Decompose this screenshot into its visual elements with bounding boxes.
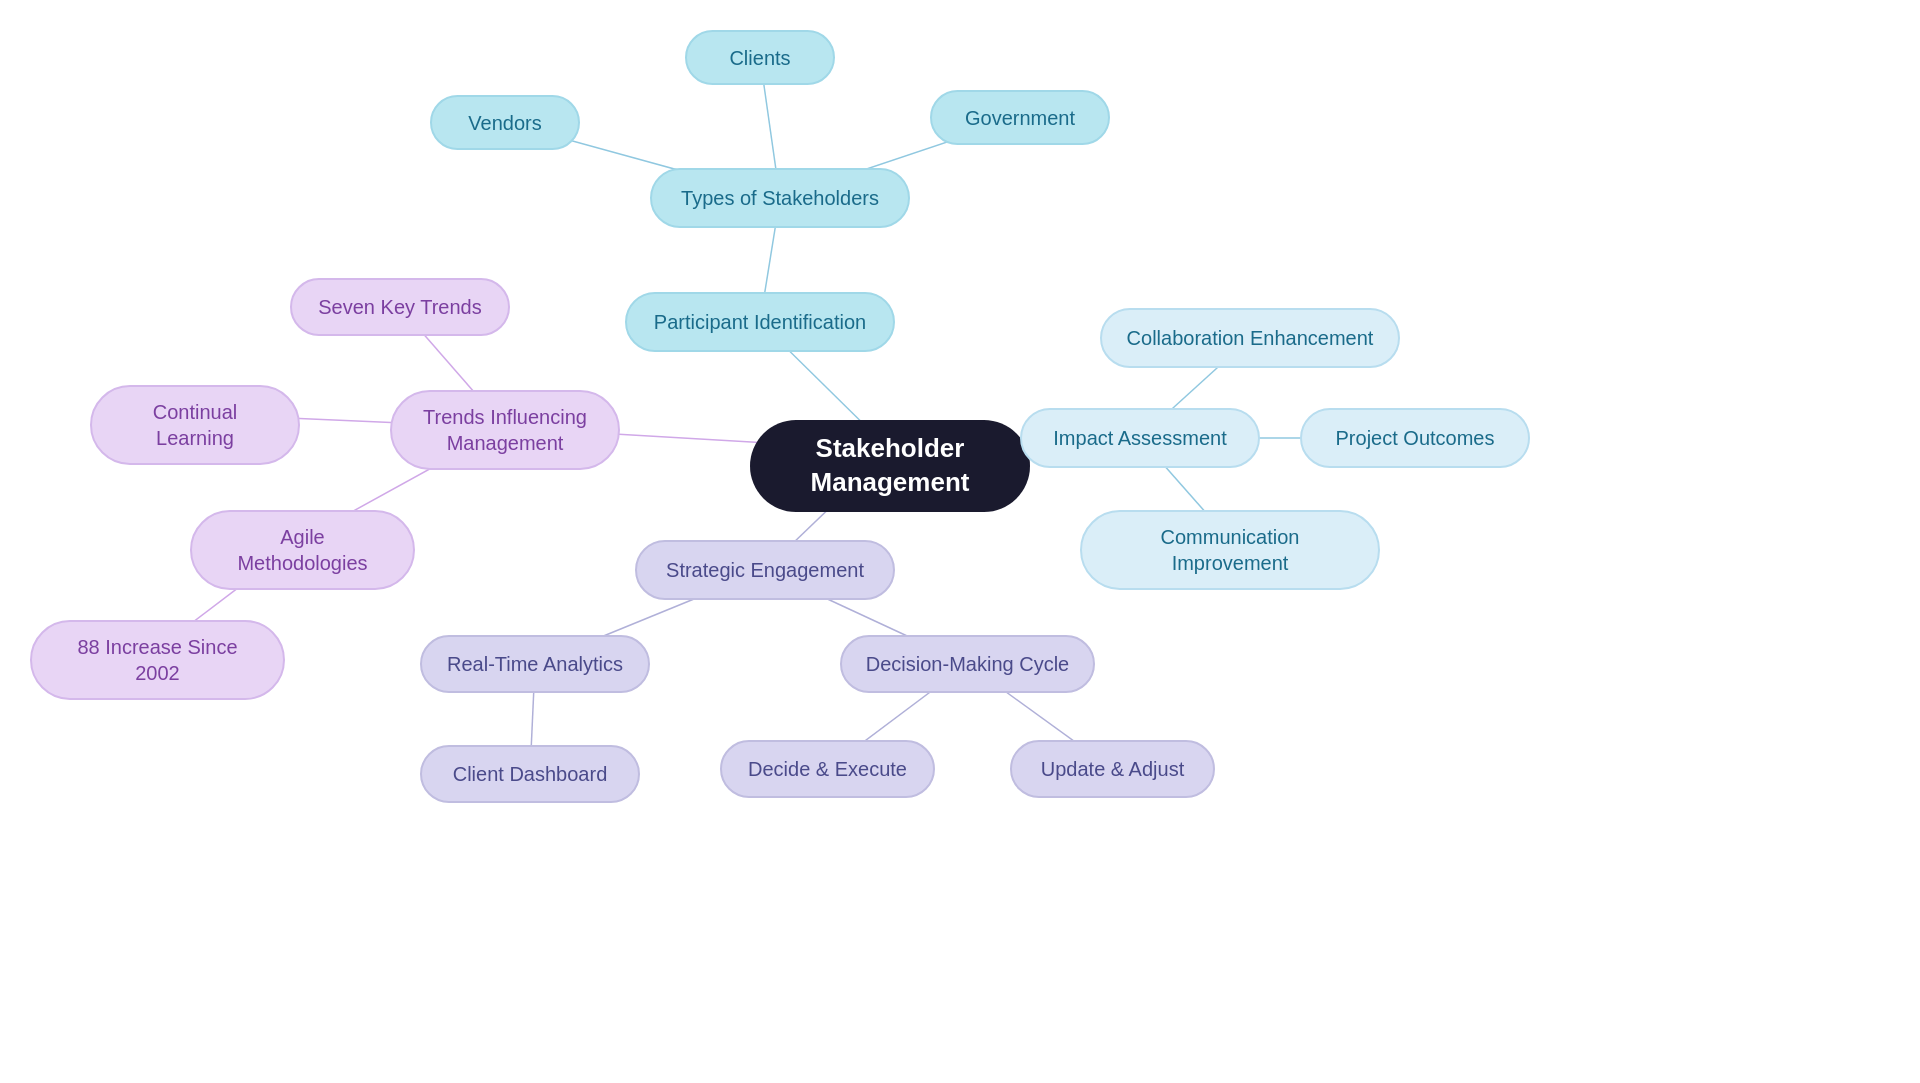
node-label-impact_assessment: Impact Assessment (1053, 425, 1226, 451)
node-label-increase_since: 88 Increase Since 2002 (54, 634, 261, 686)
mind-map-canvas: Stakeholder Management Clients Vendors Gove… (0, 0, 1920, 1083)
node-label-seven_key_trends: Seven Key Trends (318, 294, 481, 320)
node-label-agile_methodologies: Agile Methodologies (214, 524, 391, 576)
node-decide_execute[interactable]: Decide & Execute (720, 740, 935, 798)
node-clients[interactable]: Clients (685, 30, 835, 85)
node-increase_since[interactable]: 88 Increase Since 2002 (30, 620, 285, 700)
node-label-update_adjust: Update & Adjust (1041, 756, 1184, 782)
node-government[interactable]: Government (930, 90, 1110, 145)
node-label-center: Stakeholder Management (772, 432, 1008, 500)
node-label-collaboration_enhancement: Collaboration Enhancement (1127, 325, 1374, 351)
node-label-strategic_engagement: Strategic Engagement (666, 557, 864, 583)
node-label-continual_learning: Continual Learning (114, 399, 276, 451)
node-real_time_analytics[interactable]: Real-Time Analytics (420, 635, 650, 693)
node-client_dashboard[interactable]: Client Dashboard (420, 745, 640, 803)
node-label-client_dashboard: Client Dashboard (453, 761, 608, 787)
node-agile_methodologies[interactable]: Agile Methodologies (190, 510, 415, 590)
node-types_stakeholders[interactable]: Types of Stakeholders (650, 168, 910, 228)
node-label-types_stakeholders: Types of Stakeholders (681, 185, 879, 211)
node-label-government: Government (965, 105, 1075, 131)
node-label-vendors: Vendors (468, 110, 541, 136)
node-seven_key_trends[interactable]: Seven Key Trends (290, 278, 510, 336)
node-impact_assessment[interactable]: Impact Assessment (1020, 408, 1260, 468)
node-label-trends_influencing: Trends InfluencingManagement (423, 404, 587, 456)
node-collaboration_enhancement[interactable]: Collaboration Enhancement (1100, 308, 1400, 368)
node-participant_identification[interactable]: Participant Identification (625, 292, 895, 352)
node-project_outcomes[interactable]: Project Outcomes (1300, 408, 1530, 468)
node-communication_improvement[interactable]: Communication Improvement (1080, 510, 1380, 590)
node-label-communication_improvement: Communication Improvement (1104, 524, 1356, 576)
node-center[interactable]: Stakeholder Management (750, 420, 1030, 512)
node-label-real_time_analytics: Real-Time Analytics (447, 651, 623, 677)
node-trends_influencing[interactable]: Trends InfluencingManagement (390, 390, 620, 470)
node-strategic_engagement[interactable]: Strategic Engagement (635, 540, 895, 600)
node-label-clients: Clients (729, 45, 790, 71)
node-label-project_outcomes: Project Outcomes (1336, 425, 1495, 451)
node-label-decide_execute: Decide & Execute (748, 756, 907, 782)
node-decision_making_cycle[interactable]: Decision-Making Cycle (840, 635, 1095, 693)
node-update_adjust[interactable]: Update & Adjust (1010, 740, 1215, 798)
node-label-decision_making_cycle: Decision-Making Cycle (866, 651, 1069, 677)
node-vendors[interactable]: Vendors (430, 95, 580, 150)
node-continual_learning[interactable]: Continual Learning (90, 385, 300, 465)
node-label-participant_identification: Participant Identification (654, 309, 866, 335)
